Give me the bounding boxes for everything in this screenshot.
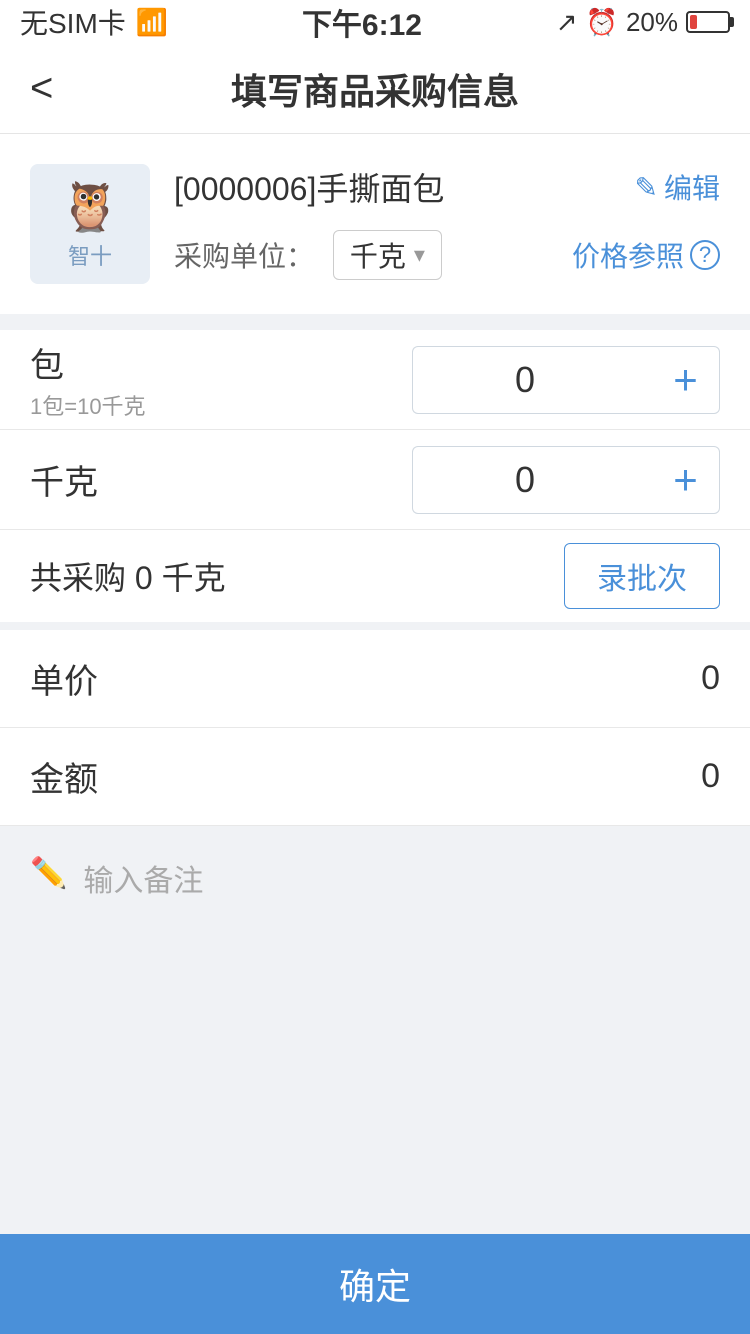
battery-percent: 20% [626, 7, 678, 38]
batch-button[interactable]: 录批次 [564, 543, 720, 609]
product-image: 🦉 智十 [30, 164, 150, 284]
amount-label: 金额 [30, 752, 98, 801]
kilogram-input-group: + [412, 446, 720, 514]
page-title: 填写商品采购信息 [231, 63, 519, 115]
product-name-row: [0000006]手撕面包 ✎ 编辑 [174, 164, 720, 210]
product-info: [0000006]手撕面包 ✎ 编辑 采购单位： 千克 ▾ 价格参照 ? [174, 164, 720, 280]
page-content: 🦉 智十 [0000006]手撕面包 ✎ 编辑 采购单位： 千克 ▾ [0, 134, 750, 1126]
dropdown-arrow-icon: ▾ [414, 242, 425, 268]
product-card: 🦉 智十 [0000006]手撕面包 ✎ 编辑 采购单位： 千克 ▾ [0, 134, 750, 322]
price-label: 单价 [30, 654, 98, 703]
price-ref-help-icon: ? [690, 240, 720, 270]
location-icon: ↗ [556, 7, 578, 38]
kilogram-input[interactable] [412, 446, 652, 514]
price-row: 单价 0 [0, 630, 750, 728]
package-input[interactable] [412, 346, 652, 414]
summary-space [153, 560, 162, 596]
amount-value: 0 [701, 757, 720, 796]
notes-placeholder: 输入备注 [83, 856, 203, 900]
confirm-button-label: 确定 [339, 1258, 411, 1310]
package-input-group: + [412, 346, 720, 414]
kilogram-label-group: 千克 [30, 455, 98, 504]
price-ref-button[interactable]: 价格参照 ? [572, 235, 720, 275]
unit-section: 采购单位： 千克 ▾ [174, 230, 442, 280]
notes-area[interactable]: ✏️ 输入备注 [0, 826, 750, 1026]
battery-fill [690, 15, 697, 29]
summary-prefix: 共采购 [30, 560, 126, 596]
package-row: 包 1包=10千克 + [0, 330, 750, 430]
confirm-button[interactable]: 确定 [0, 1234, 750, 1334]
unit-value: 千克 [350, 235, 406, 275]
summary-row: 共采购 0 千克 录批次 [0, 530, 750, 630]
unit-selector[interactable]: 千克 ▾ [333, 230, 442, 280]
unit-label: 采购单位： [174, 241, 314, 272]
status-bar: 无SIM卡 📶 下午6:12 ↗ ⏰ 20% [0, 0, 750, 44]
product-image-label: 智十 [68, 239, 112, 271]
product-image-icon: 🦉 [60, 178, 120, 235]
status-left: 无SIM卡 📶 [20, 2, 168, 42]
back-button[interactable]: < [30, 66, 53, 111]
nav-bar: < 填写商品采购信息 [0, 44, 750, 134]
pencil-icon: ✏️ [30, 856, 67, 891]
battery-icon [686, 11, 730, 33]
package-sub-label: 1包=10千克 [30, 389, 146, 421]
package-label-group: 包 1包=10千克 [30, 338, 146, 421]
kilogram-label: 千克 [30, 455, 98, 504]
price-ref-label: 价格参照 [572, 235, 684, 275]
status-time: 下午6:12 [302, 0, 422, 44]
wifi-icon: 📶 [136, 7, 168, 38]
edit-button[interactable]: ✎ 编辑 [635, 167, 720, 207]
kilogram-plus-button[interactable]: + [652, 446, 720, 514]
package-plus-button[interactable]: + [652, 346, 720, 414]
alarm-icon: ⏰ [586, 7, 618, 38]
summary-amount-val: 0 [135, 560, 153, 596]
status-right: ↗ ⏰ 20% [556, 7, 730, 38]
package-label: 包 [30, 338, 146, 387]
edit-label: 编辑 [664, 167, 720, 207]
product-name: [0000006]手撕面包 [174, 164, 444, 210]
divider-1 [0, 322, 750, 330]
summary-text: 共采购 0 千克 [30, 553, 226, 599]
amount-row: 金额 0 [0, 728, 750, 826]
edit-icon: ✎ [635, 171, 658, 204]
price-value: 0 [701, 659, 720, 698]
kilogram-row: 千克 + [0, 430, 750, 530]
product-unit-row: 采购单位： 千克 ▾ 价格参照 ? [174, 230, 720, 280]
carrier-text: 无SIM卡 [20, 2, 126, 42]
summary-suffix: 千克 [162, 560, 226, 596]
